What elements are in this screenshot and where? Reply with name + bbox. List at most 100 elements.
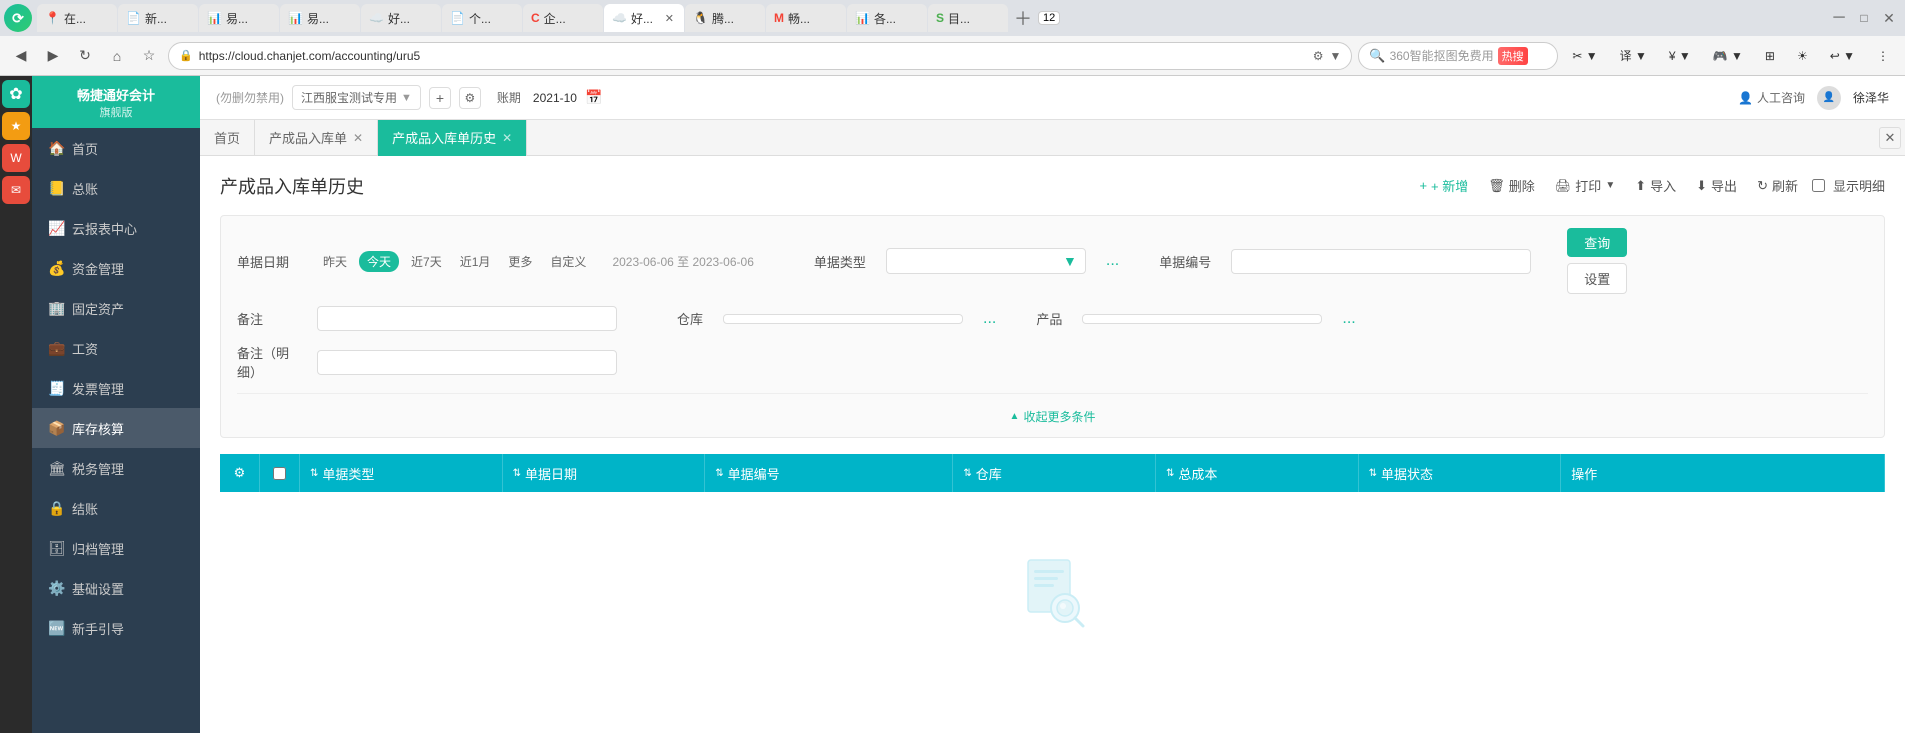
type-filter-select[interactable]: ▼ bbox=[886, 248, 1086, 274]
sidebar-item-home[interactable]: 🏠 首页 bbox=[32, 128, 200, 168]
sidebar-item-funds[interactable]: 💰 资金管理 bbox=[32, 248, 200, 288]
dropdown-icon[interactable]: ▼ bbox=[1329, 49, 1341, 63]
type-filter-dots[interactable]: ... bbox=[1106, 252, 1119, 270]
product-filter-dots[interactable]: ... bbox=[1342, 310, 1355, 328]
app-icon-main[interactable]: ✿ bbox=[2, 80, 30, 108]
sidebar-item-reports[interactable]: 📈 云报表中心 bbox=[32, 208, 200, 248]
minimize-button[interactable]: ─ bbox=[1827, 6, 1851, 30]
scissors-tool[interactable]: ✂ ▼ bbox=[1564, 43, 1605, 69]
app-icon-4[interactable]: ✉ bbox=[2, 176, 30, 204]
import-button[interactable]: ⬆ 导入 bbox=[1629, 172, 1682, 199]
user-service-btn[interactable]: 👤 人工咨询 bbox=[1738, 89, 1805, 106]
col-status[interactable]: ⇅ 单据状态 bbox=[1359, 454, 1562, 492]
show-detail-checkbox[interactable] bbox=[1812, 179, 1825, 192]
refresh-page-button[interactable]: ↻ 刷新 bbox=[1751, 172, 1804, 199]
delete-button[interactable]: 🗑 删除 bbox=[1482, 172, 1541, 199]
col-date[interactable]: ⇅ 单据日期 bbox=[503, 454, 706, 492]
org-select[interactable]: 江西服宝测试专用 ▼ bbox=[292, 85, 421, 110]
app-icon-3[interactable]: W bbox=[2, 144, 30, 172]
tab-6[interactable]: 📄 个... bbox=[442, 4, 522, 32]
note-filter-input[interactable] bbox=[317, 306, 617, 331]
detail-note-input[interactable] bbox=[317, 350, 617, 375]
sidebar-item-ledger[interactable]: 📒 总账 bbox=[32, 168, 200, 208]
sidebar-item-invoice[interactable]: 🧾 发票管理 bbox=[32, 368, 200, 408]
tab-list[interactable]: 产成品入库单 ✕ bbox=[255, 120, 378, 156]
more-tool[interactable]: ⋮ bbox=[1869, 43, 1897, 69]
home-browser-button[interactable]: ⌂ bbox=[104, 43, 130, 69]
panel-close-btn[interactable]: ✕ bbox=[1879, 127, 1901, 149]
forward-button[interactable]: ▶ bbox=[40, 43, 66, 69]
date-btn-today[interactable]: 今天 bbox=[359, 251, 399, 272]
extensions-icon[interactable]: ⚙ bbox=[1313, 49, 1324, 63]
tab-list-close[interactable]: ✕ bbox=[353, 131, 363, 145]
col-warehouse[interactable]: ⇅ 仓库 bbox=[953, 454, 1156, 492]
undo-tool[interactable]: ↩ ▼ bbox=[1822, 43, 1863, 69]
sidebar-item-assets[interactable]: 🏢 固定资产 bbox=[32, 288, 200, 328]
export-button[interactable]: ⬇ 导出 bbox=[1690, 172, 1743, 199]
col-gear[interactable]: ⚙ bbox=[220, 454, 260, 492]
date-btn-yesterday[interactable]: 昨天 bbox=[317, 251, 353, 272]
tab-8-close[interactable]: ✕ bbox=[663, 12, 676, 25]
sidebar-item-close[interactable]: 🔒 结账 bbox=[32, 488, 200, 528]
query-button[interactable]: 查询 bbox=[1567, 228, 1627, 257]
user-avatar[interactable]: 👤 bbox=[1817, 86, 1841, 110]
sidebar-item-inventory[interactable]: 📦 库存核算 bbox=[32, 408, 200, 448]
warehouse-filter-dots[interactable]: ... bbox=[983, 310, 996, 328]
tab-8-active[interactable]: ☁️ 好... ✕ bbox=[604, 4, 684, 32]
sidebar-item-basic[interactable]: ⚙️ 基础设置 bbox=[32, 568, 200, 608]
maximize-button[interactable]: □ bbox=[1852, 6, 1876, 30]
collapse-button[interactable]: ▲ 收起更多条件 bbox=[237, 402, 1868, 425]
tab-10[interactable]: M 畅... bbox=[766, 4, 846, 32]
tab-5[interactable]: ☁️ 好... bbox=[361, 4, 441, 32]
tab-count-badge[interactable]: 12 bbox=[1038, 11, 1060, 25]
new-tab-button[interactable]: ＋ bbox=[1009, 4, 1037, 32]
date-btn-1month[interactable]: 近1月 bbox=[454, 251, 497, 272]
date-btn-7days[interactable]: 近7天 bbox=[405, 251, 448, 272]
grid-tool[interactable]: ⊞ bbox=[1757, 43, 1783, 69]
select-all-checkbox[interactable] bbox=[273, 467, 286, 480]
col-type[interactable]: ⇅ 单据类型 bbox=[300, 454, 503, 492]
warehouse-filter-select[interactable] bbox=[723, 314, 963, 324]
tab-12[interactable]: S 目... bbox=[928, 4, 1008, 32]
sun-tool[interactable]: ☀ bbox=[1789, 43, 1816, 69]
game-tool[interactable]: 🎮 ▼ bbox=[1705, 43, 1751, 69]
org-settings-button[interactable]: ⚙ bbox=[459, 87, 481, 109]
add-button[interactable]: + + 新增 bbox=[1413, 172, 1474, 199]
address-bar[interactable]: 🔒 https://cloud.chanjet.com/accounting/u… bbox=[168, 42, 1352, 70]
tab-history-close[interactable]: ✕ bbox=[502, 131, 512, 145]
tab-2[interactable]: 📄 新... bbox=[118, 4, 198, 32]
number-filter-label: 单据编号 bbox=[1159, 252, 1211, 271]
tab-1[interactable]: 📍 在... bbox=[37, 4, 117, 32]
col-checkbox[interactable] bbox=[260, 454, 300, 492]
tab-history[interactable]: 产成品入库单历史 ✕ bbox=[378, 120, 527, 156]
sidebar-item-tax[interactable]: 🏛 税务管理 bbox=[32, 448, 200, 488]
translate-tool[interactable]: 译 ▼ bbox=[1612, 43, 1655, 69]
tab-11[interactable]: 📊 各... bbox=[847, 4, 927, 32]
date-btn-custom[interactable]: 自定义 bbox=[544, 251, 592, 272]
col-total-cost[interactable]: ⇅ 总成本 bbox=[1156, 454, 1359, 492]
close-window-button[interactable]: ✕ bbox=[1877, 6, 1901, 30]
print-button[interactable]: 🖨 打印 ▼ bbox=[1549, 172, 1621, 199]
bookmark-button[interactable]: ☆ bbox=[136, 43, 162, 69]
sidebar-item-newentry[interactable]: 🆕 新手引导 bbox=[32, 608, 200, 648]
number-filter-input[interactable] bbox=[1231, 249, 1531, 274]
app-icon-2[interactable]: ★ bbox=[2, 112, 30, 140]
tab-home[interactable]: 首页 bbox=[200, 120, 255, 156]
calendar-icon[interactable]: 📅 bbox=[585, 89, 602, 106]
tab-4[interactable]: 📊 易... bbox=[280, 4, 360, 32]
col-number[interactable]: ⇅ 单据编号 bbox=[705, 454, 953, 492]
sidebar-item-payroll[interactable]: 💼 工资 bbox=[32, 328, 200, 368]
yuan-tool[interactable]: ¥ ▼ bbox=[1661, 43, 1699, 69]
tab-9[interactable]: 🐧 腾... bbox=[685, 4, 765, 32]
search-bar[interactable]: 🔍 360智能抠图免费用 热搜 bbox=[1358, 42, 1558, 70]
back-button[interactable]: ◀ bbox=[8, 43, 34, 69]
refresh-browser-button[interactable]: ↻ bbox=[72, 43, 98, 69]
date-btn-more[interactable]: 更多 bbox=[502, 251, 538, 272]
service-label: 人工咨询 bbox=[1757, 89, 1805, 106]
tab-7[interactable]: C 企... bbox=[523, 4, 603, 32]
tab-3[interactable]: 📊 易... bbox=[199, 4, 279, 32]
add-org-button[interactable]: + bbox=[429, 87, 451, 109]
settings-btn[interactable]: 设置 bbox=[1567, 263, 1627, 294]
product-filter-select[interactable] bbox=[1082, 314, 1322, 324]
sidebar-item-archive[interactable]: 🗄 归档管理 bbox=[32, 528, 200, 568]
